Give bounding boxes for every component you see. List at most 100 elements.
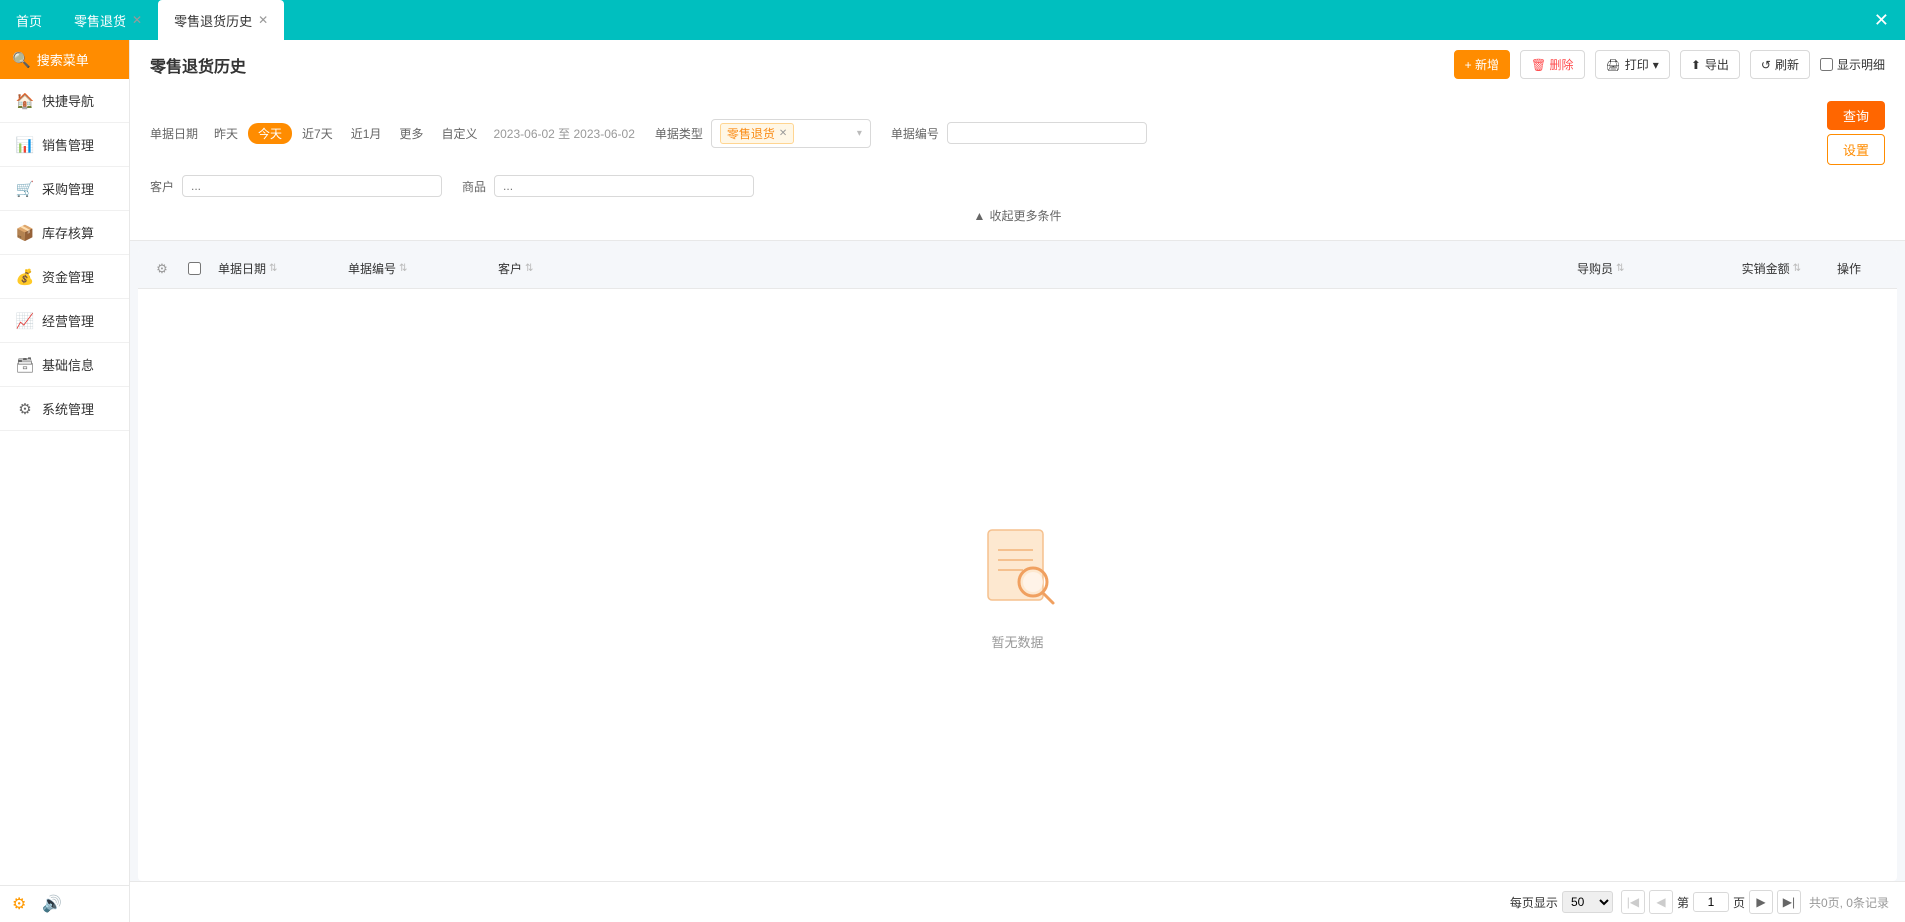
date-filter-label: 单据日期 bbox=[150, 125, 198, 142]
quick-nav-icon: 🏠 bbox=[16, 92, 34, 110]
sidebar-search[interactable]: 🔍 搜索菜单 bbox=[0, 40, 129, 79]
th-amount-label: 实销金额 bbox=[1742, 260, 1790, 277]
tab-retail-return-history[interactable]: 零售退货历史 ✕ bbox=[158, 0, 284, 40]
page-size-dropdown[interactable]: 10 20 50 100 bbox=[1562, 891, 1613, 913]
select-all-checkbox[interactable] bbox=[188, 262, 201, 275]
export-label: 导出 bbox=[1705, 56, 1729, 73]
finance-icon: 💰 bbox=[16, 268, 34, 286]
th-number-label: 单据编号 bbox=[348, 260, 396, 277]
sidebar-item-label: 基础信息 bbox=[42, 355, 94, 374]
sidebar-item-inventory[interactable]: 📦 库存核算 bbox=[0, 211, 129, 255]
delete-button[interactable]: 🗑 删除 bbox=[1520, 50, 1585, 79]
page-first-button[interactable]: |◀ bbox=[1621, 890, 1645, 914]
tab-home-label: 首页 bbox=[16, 11, 42, 30]
page-header: 零售退货历史 + 新增 🗑 删除 🖨 打印 ▾ ⬆ 导出 ↺ bbox=[130, 40, 1905, 241]
collapse-button[interactable]: ▲ 收起更多条件 bbox=[974, 207, 1062, 224]
tab-retail-return[interactable]: 零售退货 ✕ bbox=[58, 0, 158, 40]
page-next-button[interactable]: ▶ bbox=[1749, 890, 1773, 914]
number-filter-group: 单据编号 bbox=[891, 122, 1147, 144]
filter-row-2: 客户 商品 bbox=[150, 175, 1885, 197]
sidebar-item-system[interactable]: ⚙ 系统管理 bbox=[0, 387, 129, 431]
th-guide[interactable]: 导购员 ⇅ bbox=[1569, 260, 1689, 277]
audio-bottom-icon[interactable]: 🔊 bbox=[42, 894, 62, 914]
tab-retail-return-close[interactable]: ✕ bbox=[132, 13, 142, 27]
page-nav: |◀ ◀ 第 页 ▶ ▶| bbox=[1621, 890, 1801, 914]
page-title-row: 零售退货历史 + 新增 🗑 删除 🖨 打印 ▾ ⬆ 导出 ↺ bbox=[150, 50, 1885, 79]
goods-filter-input[interactable] bbox=[494, 175, 754, 197]
type-filter-tag-close[interactable]: ✕ bbox=[779, 128, 787, 139]
sidebar-item-quick-nav[interactable]: 🏠 快捷导航 bbox=[0, 79, 129, 123]
date-btn-today[interactable]: 今天 bbox=[248, 123, 292, 144]
display-toggle-checkbox[interactable] bbox=[1820, 58, 1833, 71]
date-btn-1month[interactable]: 近1月 bbox=[343, 123, 390, 144]
date-btn-yesterday[interactable]: 昨天 bbox=[206, 123, 246, 144]
th-amount-sort-icon: ⇅ bbox=[1793, 263, 1801, 274]
page-actions: + 新增 🗑 删除 🖨 打印 ▾ ⬆ 导出 ↺ 刷新 bbox=[1454, 50, 1885, 79]
date-btn-custom[interactable]: 自定义 bbox=[433, 123, 485, 144]
table-settings-icon[interactable]: ⚙ bbox=[146, 261, 178, 277]
date-filter-btns: 昨天 今天 近7天 近1月 更多 自定义 bbox=[206, 123, 485, 144]
sidebar-item-purchase[interactable]: 🛒 采购管理 bbox=[0, 167, 129, 211]
sidebar-item-label: 采购管理 bbox=[42, 179, 94, 198]
page-input[interactable] bbox=[1693, 892, 1729, 912]
sidebar: 🔍 搜索菜单 🏠 快捷导航 📊 销售管理 🛒 采购管理 📦 库存核算 💰 bbox=[0, 40, 130, 922]
print-button[interactable]: 🖨 打印 ▾ bbox=[1595, 50, 1670, 79]
th-guide-sort-icon: ⇅ bbox=[1616, 263, 1624, 274]
sidebar-item-sales[interactable]: 📊 销售管理 bbox=[0, 123, 129, 167]
th-date-label: 单据日期 bbox=[218, 260, 266, 277]
table-select-all[interactable] bbox=[178, 262, 210, 275]
search-icon: 🔍 bbox=[12, 51, 31, 69]
settings-bottom-icon[interactable]: ⚙ bbox=[12, 894, 26, 914]
customer-filter-group: 客户 bbox=[150, 175, 442, 197]
main-layout: 🔍 搜索菜单 🏠 快捷导航 📊 销售管理 🛒 采购管理 📦 库存核算 💰 bbox=[0, 40, 1905, 922]
th-guide-label: 导购员 bbox=[1577, 260, 1613, 277]
th-date-sort-icon: ⇅ bbox=[269, 263, 277, 274]
date-btn-more[interactable]: 更多 bbox=[391, 123, 431, 144]
tab-retail-return-history-close[interactable]: ✕ bbox=[258, 13, 268, 27]
export-button[interactable]: ⬆ 导出 bbox=[1680, 50, 1740, 79]
type-filter-select[interactable]: 零售退货 ✕ ▾ bbox=[711, 119, 871, 148]
tab-list: 首页 零售退货 ✕ 零售退货历史 ✕ bbox=[0, 0, 1858, 40]
page-size-label: 每页显示 bbox=[1510, 894, 1558, 911]
page-last-button[interactable]: ▶| bbox=[1777, 890, 1801, 914]
tab-home[interactable]: 首页 bbox=[0, 0, 58, 40]
sidebar-item-label: 经营管理 bbox=[42, 311, 94, 330]
sales-icon: 📊 bbox=[16, 136, 34, 154]
th-action-label: 操作 bbox=[1837, 260, 1861, 277]
query-button[interactable]: 查询 bbox=[1827, 101, 1885, 130]
system-icon: ⚙ bbox=[16, 400, 34, 418]
type-filter-chevron-icon: ▾ bbox=[857, 128, 862, 139]
number-filter-input[interactable] bbox=[947, 122, 1147, 144]
display-toggle[interactable]: 显示明细 bbox=[1820, 56, 1885, 73]
refresh-button[interactable]: ↺ 刷新 bbox=[1750, 50, 1810, 79]
sidebar-nav: 🏠 快捷导航 📊 销售管理 🛒 采购管理 📦 库存核算 💰 资金管理 📈 bbox=[0, 79, 129, 885]
query-setting-group: 查询 设置 bbox=[1827, 101, 1885, 165]
th-number[interactable]: 单据编号 ⇅ bbox=[340, 260, 490, 277]
sidebar-item-operations[interactable]: 📈 经营管理 bbox=[0, 299, 129, 343]
table-body: 暂无数据 bbox=[138, 289, 1897, 881]
sidebar-bottom: ⚙ 🔊 bbox=[0, 885, 129, 922]
th-number-sort-icon: ⇅ bbox=[399, 263, 407, 274]
new-button[interactable]: + 新增 bbox=[1454, 50, 1510, 79]
sidebar-item-label: 销售管理 bbox=[42, 135, 94, 154]
customer-filter-input[interactable] bbox=[182, 175, 442, 197]
sidebar-item-finance[interactable]: 💰 资金管理 bbox=[0, 255, 129, 299]
date-range-display: 2023-06-02 至 2023-06-02 bbox=[493, 125, 634, 142]
sidebar-item-label: 库存核算 bbox=[42, 223, 94, 242]
date-btn-7days[interactable]: 近7天 bbox=[294, 123, 341, 144]
th-date[interactable]: 单据日期 ⇅ bbox=[210, 260, 340, 277]
window-close-button[interactable]: ✕ bbox=[1858, 10, 1905, 31]
th-amount[interactable]: 实销金额 ⇅ bbox=[1689, 260, 1809, 277]
setting-button[interactable]: 设置 bbox=[1827, 134, 1885, 165]
th-customer-sort-icon: ⇅ bbox=[525, 263, 533, 274]
tab-retail-return-label: 零售退货 bbox=[74, 11, 126, 30]
th-customer[interactable]: 客户 ⇅ bbox=[490, 260, 1569, 277]
page-prev-button[interactable]: ◀ bbox=[1649, 890, 1673, 914]
sidebar-item-basic-info[interactable]: 🗃 基础信息 bbox=[0, 343, 129, 387]
collapse-icon: ▲ bbox=[974, 209, 986, 223]
page-label-prefix: 第 bbox=[1677, 894, 1689, 911]
purchase-icon: 🛒 bbox=[16, 180, 34, 198]
sidebar-search-label: 搜索菜单 bbox=[37, 50, 89, 69]
type-filter-label: 单据类型 bbox=[655, 125, 703, 142]
type-filter-group: 单据类型 零售退货 ✕ ▾ bbox=[655, 119, 871, 148]
